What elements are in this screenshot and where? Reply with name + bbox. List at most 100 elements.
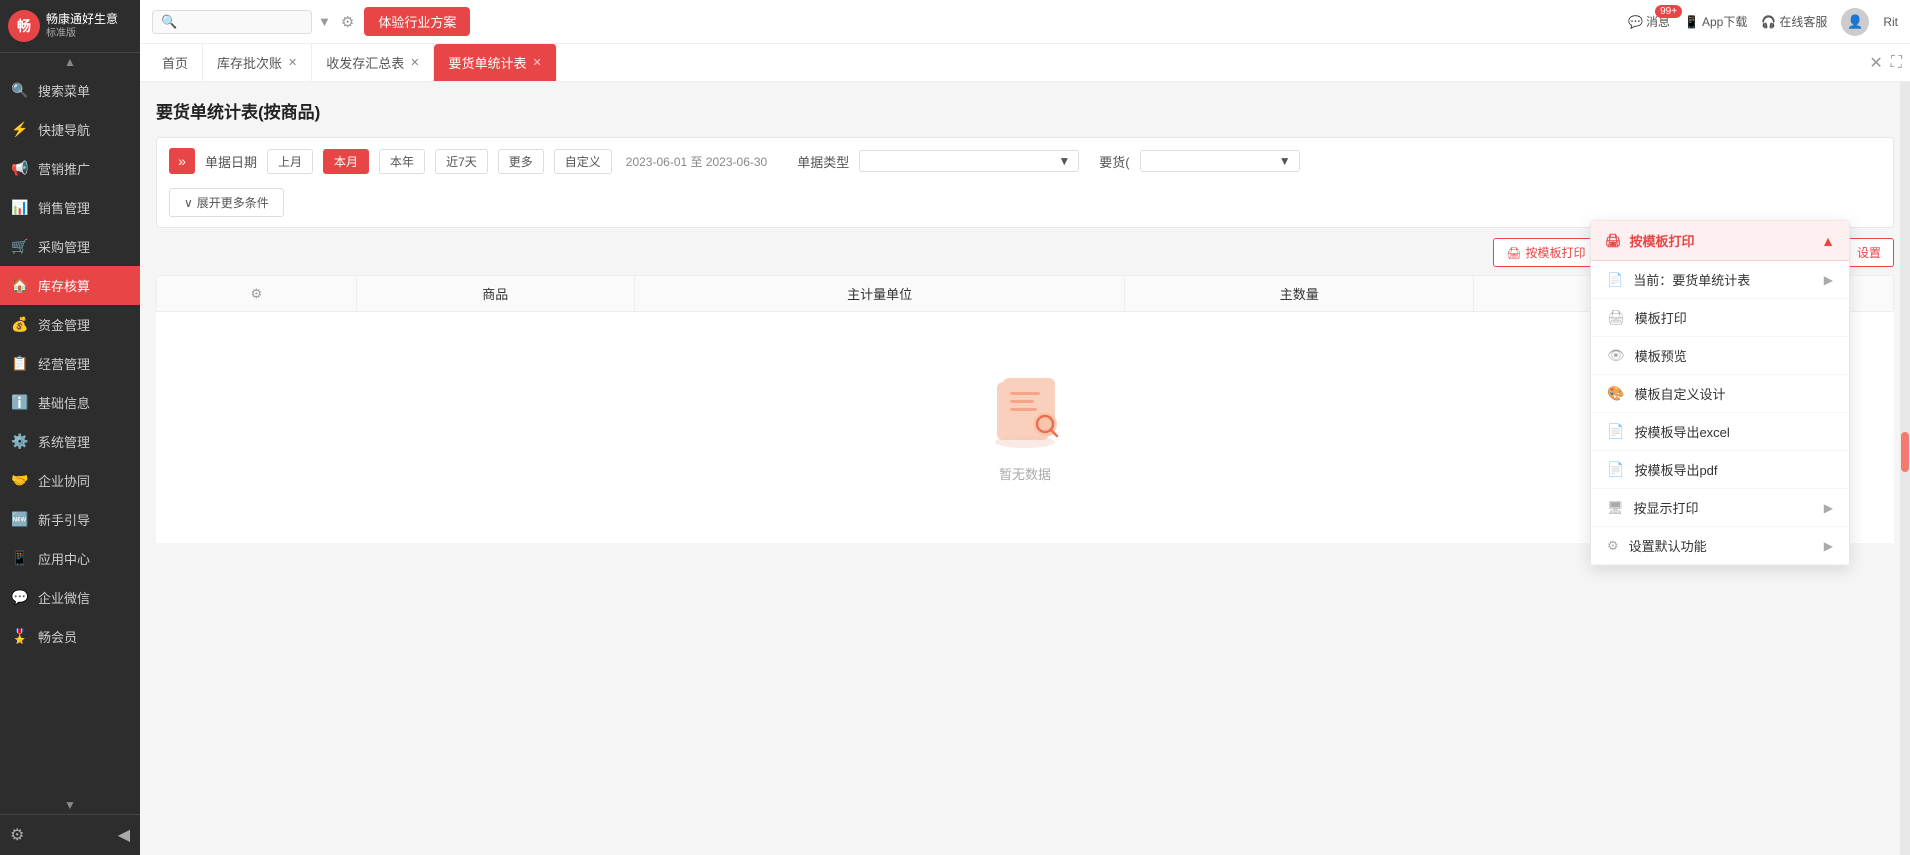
print-dropdown-item-template-preview[interactable]: 👁 模板预览 bbox=[1591, 337, 1849, 375]
avatar[interactable]: 👤 bbox=[1841, 8, 1869, 36]
print-dropdown-display-print[interactable]: 🖥 按显示打印 ▶ bbox=[1591, 489, 1849, 527]
excel-icon: 📄 bbox=[1607, 423, 1624, 440]
sidebar-item-system[interactable]: ⚙️ 系统管理 bbox=[0, 422, 140, 461]
sidebar-item-basic[interactable]: ℹ️ 基础信息 bbox=[0, 383, 140, 422]
chevron-right-icon: ▶ bbox=[1824, 273, 1833, 287]
sidebar-bottom: ⚙ ◀ bbox=[0, 814, 140, 855]
settings-btn[interactable]: 设置 bbox=[1844, 238, 1894, 267]
order-status-select[interactable]: ▼ bbox=[1140, 150, 1300, 172]
printer-small-icon: 🖨 bbox=[1607, 309, 1625, 326]
empty-state-text: 暂无数据 bbox=[999, 464, 1051, 483]
print-dropdown-current[interactable]: 📄 当前：要货单统计表 ▶ bbox=[1591, 261, 1849, 299]
main-area: 🔍 ▼ ⚙ 体验行业方案 💬 消息 99+ 📱 App下载 🎧 在线客服 👤 bbox=[140, 0, 1910, 855]
print-dropdown-item-export-pdf[interactable]: 📄 按模板导出pdf bbox=[1591, 451, 1849, 489]
chevron-right-icon: ▶ bbox=[1824, 539, 1833, 553]
table-col-quantity: 主数量 bbox=[1125, 276, 1474, 312]
headset-icon: 🎧 bbox=[1761, 15, 1776, 29]
cart-icon: 🛒 bbox=[10, 238, 30, 255]
tab-close-icon[interactable]: ✕ bbox=[288, 56, 297, 69]
content-area: 要货单统计表(按商品) » 单据日期 上月 本月 本年 近7天 更多 自定义 2… bbox=[140, 82, 1910, 855]
expand-more-btn[interactable]: ∨ 展开更多条件 bbox=[169, 188, 284, 217]
date-btn-last-month[interactable]: 上月 bbox=[267, 149, 313, 174]
topbar-search-dropdown[interactable]: ▼ bbox=[318, 14, 331, 29]
app-logo-text: 畅康通好生意 标准版 bbox=[46, 12, 118, 41]
sidebar-item-label: 销售管理 bbox=[38, 198, 90, 217]
sidebar-item-operations[interactable]: 📋 经营管理 bbox=[0, 344, 140, 383]
tab-label: 要货单统计表 bbox=[448, 53, 526, 72]
screen-icon: 🖥 bbox=[1607, 500, 1624, 516]
printer-icon: 🖨 bbox=[1506, 246, 1521, 260]
print-dropdown-item-export-excel[interactable]: 📄 按模板导出excel bbox=[1591, 413, 1849, 451]
sidebar-item-member[interactable]: 🎖️ 畅会员 bbox=[0, 617, 140, 656]
date-btn-this-year[interactable]: 本年 bbox=[379, 149, 425, 174]
print-dropdown-item-template-print[interactable]: 🖨 模板打印 bbox=[1591, 299, 1849, 337]
sidebar-item-label: 采购管理 bbox=[38, 237, 90, 256]
clipboard-icon: 📋 bbox=[10, 355, 30, 372]
app-download-btn[interactable]: 📱 App下载 bbox=[1684, 13, 1747, 30]
print-dropdown-default-func[interactable]: ⚙ 设置默认功能 ▶ bbox=[1591, 527, 1849, 565]
date-btn-this-month[interactable]: 本月 bbox=[323, 149, 369, 174]
tab-home[interactable]: 首页 bbox=[148, 44, 203, 81]
date-btn-custom[interactable]: 自定义 bbox=[554, 149, 612, 174]
tab-close-icon[interactable]: ✕ bbox=[533, 56, 542, 69]
date-btn-more[interactable]: 更多 bbox=[498, 149, 544, 174]
nav-scroll-down[interactable]: ▼ bbox=[0, 796, 140, 814]
online-service-btn[interactable]: 🎧 在线客服 bbox=[1761, 13, 1827, 30]
empty-state-icon bbox=[975, 372, 1075, 452]
sidebar-item-quick-nav[interactable]: ⚡ 快捷导航 bbox=[0, 110, 140, 149]
sidebar-item-inventory[interactable]: 🏠 库存核算 bbox=[0, 266, 140, 305]
filter-bar: » 单据日期 上月 本月 本年 近7天 更多 自定义 2023-06-01 至 … bbox=[156, 137, 1894, 228]
sidebar-item-label: 营销推广 bbox=[38, 159, 90, 178]
tab-inventory-batch[interactable]: 库存批次账 ✕ bbox=[203, 44, 312, 81]
topbar-gear-icon[interactable]: ⚙ bbox=[341, 13, 354, 31]
tab-receipt-summary[interactable]: 收发存汇总表 ✕ bbox=[312, 44, 434, 81]
sidebar-item-marketing[interactable]: 📢 营销推广 bbox=[0, 149, 140, 188]
doc-type-select[interactable]: ▼ bbox=[859, 150, 1079, 172]
print-dropdown-item-template-design[interactable]: 🎨 模板自定义设计 bbox=[1591, 375, 1849, 413]
sidebar-item-sales[interactable]: 📊 销售管理 bbox=[0, 188, 140, 227]
vertical-scrollbar[interactable] bbox=[1900, 82, 1910, 855]
close-window-icon[interactable]: ✕ bbox=[1869, 53, 1882, 73]
filter-expand-arrow[interactable]: » bbox=[169, 148, 195, 174]
sidebar-item-label: 畅会员 bbox=[38, 627, 77, 646]
app-name: 畅康通好生意 bbox=[46, 12, 118, 28]
expand-more-icon: ∨ bbox=[184, 196, 193, 210]
sidebar-item-newbie[interactable]: 🆕 新手引导 bbox=[0, 500, 140, 539]
expand-window-icon[interactable]: ⛶ bbox=[1891, 54, 1902, 72]
topbar: 🔍 ▼ ⚙ 体验行业方案 💬 消息 99+ 📱 App下载 🎧 在线客服 👤 bbox=[140, 0, 1910, 44]
item-label: 按模板导出pdf bbox=[1634, 460, 1717, 479]
table-col-settings[interactable]: ⚙ bbox=[157, 276, 357, 312]
sidebar-item-purchase[interactable]: 🛒 采购管理 bbox=[0, 227, 140, 266]
tab-close-icon[interactable]: ✕ bbox=[410, 56, 419, 69]
table-settings-icon[interactable]: ⚙ bbox=[251, 286, 263, 301]
sidebar-item-collab[interactable]: 🤝 企业协同 bbox=[0, 461, 140, 500]
sidebar-item-finance[interactable]: 💰 资金管理 bbox=[0, 305, 140, 344]
sidebar-item-search[interactable]: 🔍 搜索菜单 bbox=[0, 71, 140, 110]
current-template-label: 当前：要货单统计表 bbox=[1633, 270, 1750, 289]
print-dropdown-header[interactable]: 🖨 按模板打印 ▲ bbox=[1591, 221, 1849, 261]
scrollbar-thumb bbox=[1901, 432, 1909, 472]
sub-item-label: 设置默认功能 bbox=[1629, 536, 1707, 555]
nav-scroll-up[interactable]: ▲ bbox=[0, 53, 140, 71]
topbar-search-box[interactable]: 🔍 bbox=[152, 10, 312, 34]
trial-btn[interactable]: 体验行业方案 bbox=[364, 7, 470, 36]
date-btn-7days[interactable]: 近7天 bbox=[435, 149, 488, 174]
sidebar-logo: 畅 畅康通好生意 标准版 bbox=[0, 0, 140, 53]
collapse-btn[interactable]: ◀ bbox=[118, 825, 130, 845]
new-icon: 🆕 bbox=[10, 511, 30, 528]
mobile-icon: 📱 bbox=[1684, 15, 1699, 29]
app-icon: 📱 bbox=[10, 550, 30, 567]
tab-order-stats[interactable]: 要货单统计表 ✕ bbox=[434, 44, 556, 81]
tab-label: 库存批次账 bbox=[217, 53, 282, 72]
settings-bottom-btn[interactable]: ⚙ bbox=[10, 825, 24, 845]
topbar-search-input[interactable] bbox=[181, 15, 301, 29]
sidebar-item-wechat[interactable]: 💬 企业微信 bbox=[0, 578, 140, 617]
item-label: 模板自定义设计 bbox=[1634, 384, 1725, 403]
message-btn[interactable]: 💬 消息 99+ bbox=[1628, 13, 1670, 30]
sidebar-item-appstore[interactable]: 📱 应用中心 bbox=[0, 539, 140, 578]
table-col-product: 商品 bbox=[356, 276, 634, 312]
sidebar: 畅 畅康通好生意 标准版 ▲ 🔍 搜索菜单 ⚡ 快捷导航 📢 营销推广 📊 销售… bbox=[0, 0, 140, 855]
chart-icon: 📊 bbox=[10, 199, 30, 216]
home-icon: 🏠 bbox=[10, 277, 30, 294]
sidebar-item-label: 资金管理 bbox=[38, 315, 90, 334]
